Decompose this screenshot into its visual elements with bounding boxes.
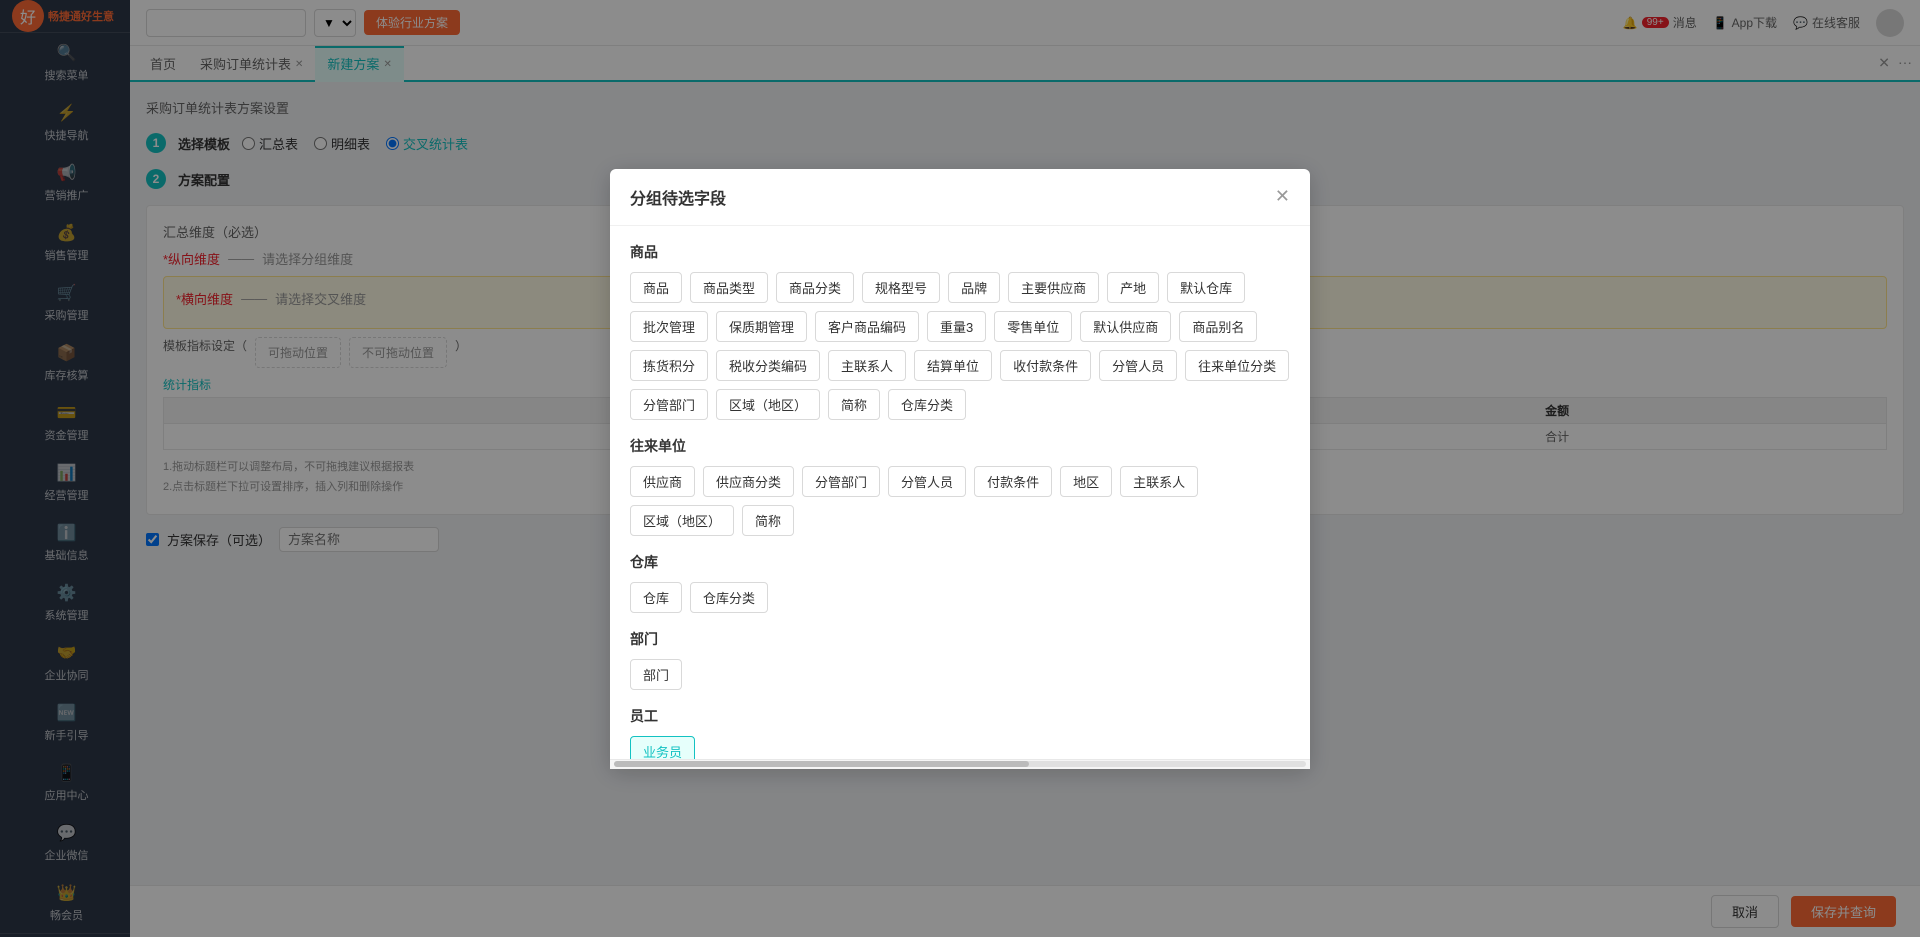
field-category-title-3: 部门: [630, 629, 1290, 649]
field-tag-0-20[interactable]: 分管人员: [1099, 350, 1177, 381]
field-tag-0-0[interactable]: 商品: [630, 272, 682, 303]
field-tag-0-19[interactable]: 收付款条件: [1000, 350, 1091, 381]
field-tag-1-3[interactable]: 分管人员: [888, 466, 966, 497]
field-category-title-1: 往来单位: [630, 436, 1290, 456]
field-category-4: 员工业务员: [630, 706, 1290, 759]
field-category-1: 往来单位供应商供应商分类分管部门分管人员付款条件地区主联系人区域（地区） 简称: [630, 436, 1290, 536]
field-tag-0-24[interactable]: 简称: [828, 389, 880, 420]
field-category-2: 仓库仓库仓库分类: [630, 552, 1290, 613]
field-tag-0-23[interactable]: 区域（地区）: [716, 389, 820, 420]
modal-body: 商品商品商品类型商品分类规格型号品牌主要供应商产地默认仓库批次管理保质期管理客户…: [610, 226, 1310, 759]
field-tag-1-2[interactable]: 分管部门: [802, 466, 880, 497]
field-tag-1-6[interactable]: 主联系人: [1120, 466, 1198, 497]
field-tag-2-1[interactable]: 仓库分类: [690, 582, 768, 613]
field-tag-0-12[interactable]: 零售单位: [994, 311, 1072, 342]
field-tag-0-21[interactable]: 往来单位分类: [1185, 350, 1289, 381]
field-tag-0-4[interactable]: 品牌: [948, 272, 1000, 303]
field-tag-0-13[interactable]: 默认供应商: [1080, 311, 1171, 342]
field-tag-1-0[interactable]: 供应商: [630, 466, 695, 497]
field-tag-0-10[interactable]: 客户商品编码: [815, 311, 919, 342]
field-tag-1-4[interactable]: 付款条件: [974, 466, 1052, 497]
field-category-title-2: 仓库: [630, 552, 1290, 572]
field-tag-0-14[interactable]: 商品别名: [1179, 311, 1257, 342]
field-category-title-4: 员工: [630, 706, 1290, 726]
field-tag-0-18[interactable]: 结算单位: [914, 350, 992, 381]
field-category-title-0: 商品: [630, 242, 1290, 262]
field-tag-0-16[interactable]: 税收分类编码: [716, 350, 820, 381]
field-tag-0-6[interactable]: 产地: [1107, 272, 1159, 303]
field-tag-1-8[interactable]: 简称: [742, 505, 794, 536]
field-tag-0-8[interactable]: 批次管理: [630, 311, 708, 342]
modal-header: 分组待选字段 ✕: [610, 169, 1310, 226]
field-tag-3-0[interactable]: 部门: [630, 659, 682, 690]
field-tag-1-7[interactable]: 区域（地区）: [630, 505, 734, 536]
modal-footer-scroll: [610, 759, 1310, 769]
field-category-3: 部门部门: [630, 629, 1290, 690]
field-tag-0-9[interactable]: 保质期管理: [716, 311, 807, 342]
field-tag-1-5[interactable]: 地区: [1060, 466, 1112, 497]
modal: 分组待选字段 ✕ 商品商品商品类型商品分类规格型号品牌主要供应商产地默认仓库批次…: [610, 169, 1310, 769]
field-tag-0-11[interactable]: 重量3: [927, 311, 986, 342]
field-tag-0-25[interactable]: 仓库分类: [888, 389, 966, 420]
field-tag-0-17[interactable]: 主联系人: [828, 350, 906, 381]
field-tag-0-7[interactable]: 默认仓库: [1167, 272, 1245, 303]
field-tag-1-1[interactable]: 供应商分类: [703, 466, 794, 497]
field-tag-0-5[interactable]: 主要供应商: [1008, 272, 1099, 303]
modal-overlay: 分组待选字段 ✕ 商品商品商品类型商品分类规格型号品牌主要供应商产地默认仓库批次…: [0, 0, 1920, 937]
field-tag-0-1[interactable]: 商品类型: [690, 272, 768, 303]
field-tag-0-15[interactable]: 拣货积分: [630, 350, 708, 381]
h-scrollbar-thumb: [614, 761, 1029, 767]
field-category-0: 商品商品商品类型商品分类规格型号品牌主要供应商产地默认仓库批次管理保质期管理客户…: [630, 242, 1290, 420]
field-tag-4-0[interactable]: 业务员: [630, 736, 695, 759]
modal-title: 分组待选字段: [630, 185, 726, 209]
field-tag-0-22[interactable]: 分管部门: [630, 389, 708, 420]
horizontal-scrollbar[interactable]: [614, 761, 1306, 767]
modal-close-btn[interactable]: ✕: [1275, 186, 1290, 207]
field-tag-0-3[interactable]: 规格型号: [862, 272, 940, 303]
field-tag-2-0[interactable]: 仓库: [630, 582, 682, 613]
field-tag-0-2[interactable]: 商品分类: [776, 272, 854, 303]
